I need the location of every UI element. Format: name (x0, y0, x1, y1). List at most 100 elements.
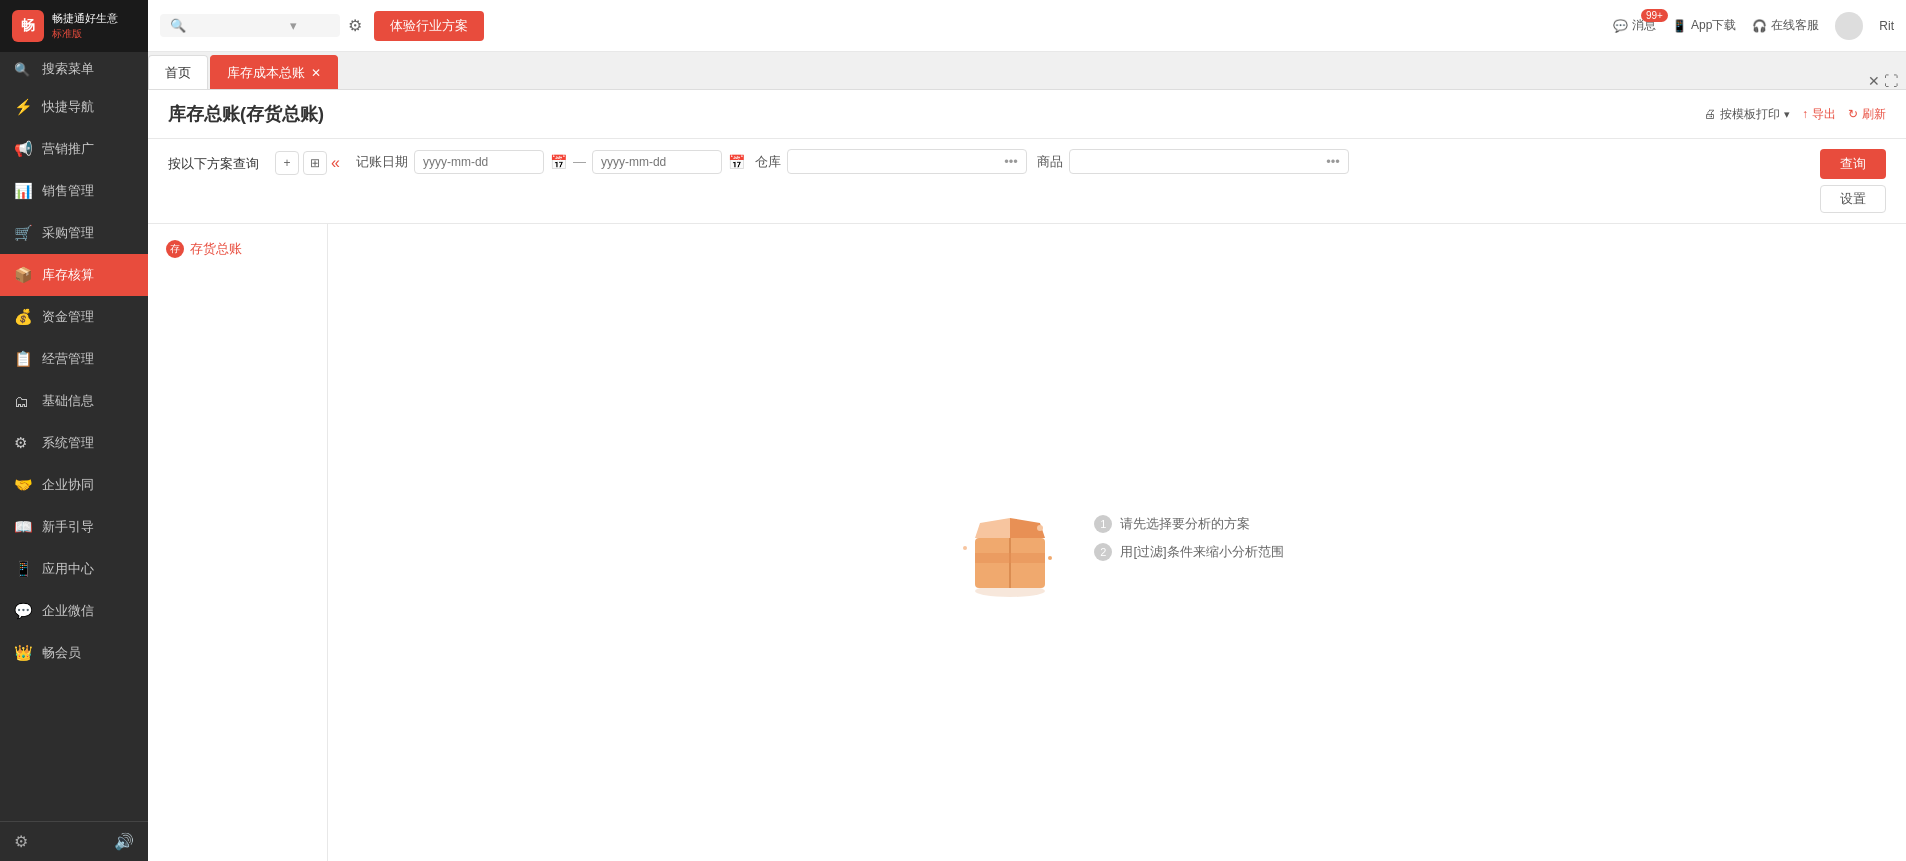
expand-icon[interactable]: ⛶ (1884, 73, 1898, 89)
avatar (1835, 12, 1863, 40)
online-service-btn[interactable]: 🎧 在线客服 (1752, 17, 1819, 34)
sidebar-item-guide[interactable]: 📖 新手引导 (0, 506, 148, 548)
message-btn[interactable]: 💬 消息 99+ (1613, 17, 1656, 34)
industry-btn[interactable]: 体验行业方案 (374, 11, 484, 41)
service-icon: 🎧 (1752, 19, 1767, 33)
app-version: 标准版 (52, 27, 118, 41)
filter-actions: + ⊞ « (275, 149, 340, 175)
collapse-icon[interactable]: « (331, 154, 340, 172)
marketing-icon: 📢 (14, 140, 34, 158)
sidebar-item-marketing[interactable]: 📢 营销推广 (0, 128, 148, 170)
print-template-btn[interactable]: 🖨 按模板打印 ▾ (1704, 106, 1790, 123)
shortcut-icon: ⚡ (14, 98, 34, 116)
tab-inventory-ledger[interactable]: 库存成本总账 ✕ (210, 55, 338, 89)
audio-icon[interactable]: 🔊 (114, 832, 134, 851)
calendar-end-icon[interactable]: 📅 (728, 154, 745, 170)
sidebar-item-inventory[interactable]: 📦 库存核算 (0, 254, 148, 296)
sidebar-item-wechat[interactable]: 💬 企业微信 (0, 590, 148, 632)
sidebar-item-label: 畅会员 (42, 644, 81, 662)
export-label: 导出 (1812, 106, 1836, 123)
tab-close-icon[interactable]: ✕ (311, 66, 321, 80)
warehouse-label: 仓库 (755, 153, 781, 171)
empty-step1: 1 请先选择要分析的方案 (1094, 515, 1283, 533)
query-btn[interactable]: 查询 (1820, 149, 1886, 179)
sidebar-item-system[interactable]: ⚙ 系统管理 (0, 422, 148, 464)
refresh-btn[interactable]: ↻ 刷新 (1848, 106, 1886, 123)
refresh-icon: ↻ (1848, 107, 1858, 121)
finance-icon: 💰 (14, 308, 34, 326)
warehouse-more-icon[interactable]: ••• (1004, 154, 1018, 169)
empty-illustration (950, 483, 1070, 603)
purchase-icon: 🛒 (14, 224, 34, 242)
sidebar-item-member[interactable]: 👑 畅会员 (0, 632, 148, 674)
product-label: 商品 (1037, 153, 1063, 171)
date-separator: — (573, 154, 586, 169)
sidebar-item-label: 企业协同 (42, 476, 94, 494)
filter-fields: 记账日期 📅 — 📅 仓库 ••• 商品 (356, 149, 1804, 174)
add-scheme-btn[interactable]: + (275, 151, 299, 175)
printer-icon: 🖨 (1704, 107, 1716, 121)
sidebar-item-finance[interactable]: 💰 资金管理 (0, 296, 148, 338)
step2-circle: 2 (1094, 543, 1112, 561)
settings-icon[interactable]: ⚙ (14, 832, 28, 851)
settings-btn[interactable]: 设置 (1820, 185, 1886, 213)
close-panel-icon[interactable]: ✕ (1868, 73, 1880, 89)
cooperation-icon: 🤝 (14, 476, 34, 494)
empty-step2: 2 用[过滤]条件来缩小分析范围 (1094, 543, 1283, 561)
sidebar-item-cooperation[interactable]: 🤝 企业协同 (0, 464, 148, 506)
date-label: 记账日期 (356, 153, 408, 171)
manage-scheme-btn[interactable]: ⊞ (303, 151, 327, 175)
sidebar-item-label: 应用中心 (42, 560, 94, 578)
sidebar-item-sales[interactable]: 📊 销售管理 (0, 170, 148, 212)
guide-icon: 📖 (14, 518, 34, 536)
sidebar-item-shortcut[interactable]: ⚡ 快捷导航 (0, 86, 148, 128)
chevron-down-icon[interactable]: ▾ (290, 18, 297, 33)
warehouse-field: 仓库 ••• (755, 149, 1027, 174)
sales-icon: 📊 (14, 182, 34, 200)
calendar-start-icon[interactable]: 📅 (550, 154, 567, 170)
refresh-label: 刷新 (1862, 106, 1886, 123)
svg-point-8 (1048, 556, 1052, 560)
sidebar-item-basic[interactable]: 🗂 基础信息 (0, 380, 148, 422)
sidebar-item-search[interactable]: 🔍 搜索菜单 (0, 52, 148, 86)
step2-label: 用[过滤]条件来缩小分析范围 (1120, 543, 1283, 561)
topbar-search-input[interactable] (186, 19, 286, 33)
member-icon: 👑 (14, 644, 34, 662)
date-range-field: 记账日期 📅 — 📅 (356, 150, 745, 174)
empty-state-inner: 1 请先选择要分析的方案 2 用[过滤]条件来缩小分析范围 (950, 483, 1283, 603)
business-icon: 📋 (14, 350, 34, 368)
sidebar-item-purchase[interactable]: 🛒 采购管理 (0, 212, 148, 254)
content-body: 存 存货总账 (148, 224, 1906, 861)
app-download-label: App下载 (1691, 17, 1736, 34)
header-actions: 🖨 按模板打印 ▾ ↑ 导出 ↻ 刷新 (1704, 106, 1886, 123)
sidebar-nav: 🔍 搜索菜单 ⚡ 快捷导航 📢 营销推广 📊 销售管理 🛒 采购管理 📦 库存核… (0, 52, 148, 821)
app-name: 畅捷通好生意 (52, 11, 118, 26)
search-icon: 🔍 (14, 62, 34, 77)
sidebar-item-label: 快捷导航 (42, 98, 94, 116)
svg-rect-5 (975, 553, 1045, 563)
tab-home[interactable]: 首页 (148, 55, 208, 89)
sidebar-item-appstore[interactable]: 📱 应用中心 (0, 548, 148, 590)
username: Rit (1879, 19, 1894, 33)
topbar-search-icon: 🔍 (170, 18, 186, 33)
date-start-input[interactable] (414, 150, 544, 174)
sidebar-item-business[interactable]: 📋 经营管理 (0, 338, 148, 380)
print-chevron-icon[interactable]: ▾ (1784, 108, 1790, 121)
app-download-btn[interactable]: 📱 App下载 (1672, 17, 1736, 34)
export-btn[interactable]: ↑ 导出 (1802, 106, 1836, 123)
svg-marker-2 (975, 518, 1010, 538)
gear-icon[interactable]: ⚙ (348, 16, 362, 35)
date-end-input[interactable] (592, 150, 722, 174)
sidebar-item-label: 系统管理 (42, 434, 94, 452)
export-icon: ↑ (1802, 107, 1808, 121)
logo-icon: 畅 (12, 10, 44, 42)
service-label: 在线客服 (1771, 17, 1819, 34)
step1-circle: 1 (1094, 515, 1112, 533)
search-box[interactable]: 🔍 ▾ (160, 14, 340, 37)
message-badge: 99+ (1641, 9, 1668, 22)
topbar-right: 💬 消息 99+ 📱 App下载 🎧 在线客服 Rit (1613, 12, 1894, 40)
tab-inventory-label: 库存成本总账 (227, 64, 305, 82)
scheme-item-inventory[interactable]: 存 存货总账 (158, 234, 317, 264)
product-more-icon[interactable]: ••• (1326, 154, 1340, 169)
main-content: 🔍 ▾ ⚙ 体验行业方案 💬 消息 99+ 📱 App下载 🎧 在线客服 Rit (148, 0, 1906, 861)
